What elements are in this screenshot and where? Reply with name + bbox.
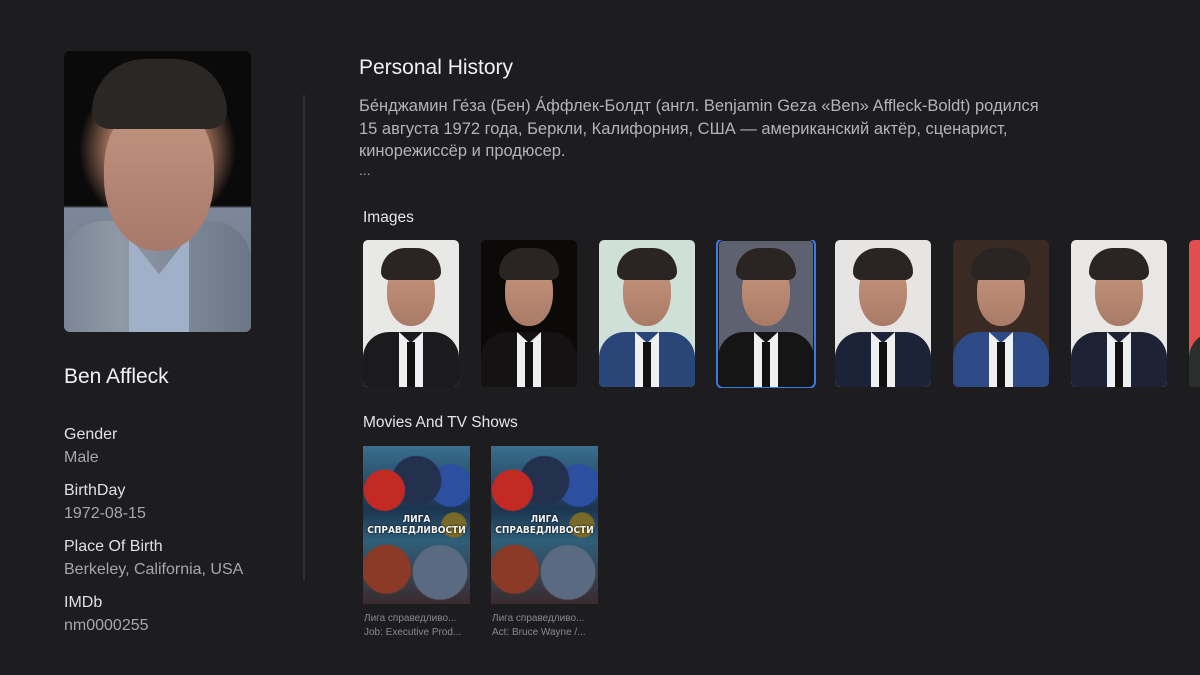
profile-photo: [64, 51, 251, 332]
read-more-ellipsis[interactable]: ...: [359, 162, 371, 178]
thumb-tie: [762, 342, 770, 387]
movies-row-title: Movies And TV Shows: [363, 414, 518, 431]
thumb-hair: [736, 248, 796, 280]
thumb-hair: [1089, 248, 1149, 280]
movie-role: Act: Bruce Wayne /...: [492, 627, 586, 638]
images-row-title: Images: [363, 209, 414, 226]
thumb-tie: [407, 342, 415, 387]
image-thumbnail[interactable]: [363, 240, 459, 387]
bio-line: 15 августа 1972 года, Беркли, Калифорния…: [359, 119, 1008, 138]
thumb-hair: [499, 248, 559, 280]
field-value: 1972-08-15: [64, 505, 146, 522]
poster-title-line: СПРАВЕДЛИВОСТИ: [367, 525, 466, 536]
image-thumbnail[interactable]: [599, 240, 695, 387]
image-thumbnail[interactable]: [1189, 240, 1200, 387]
thumb-hair: [971, 248, 1031, 280]
poster-title-line: СПРАВЕДЛИВОСТИ: [495, 525, 594, 536]
bio-line: кинорежиссёр и продюсер.: [359, 142, 566, 160]
image-thumbnail[interactable]: [481, 240, 577, 387]
movie-poster[interactable]: ЛИГА СПРАВЕДЛИВОСТИ: [363, 446, 470, 604]
image-thumbnail[interactable]: [835, 240, 931, 387]
field-label: BirthDay: [64, 482, 126, 499]
poster-title-line: ЛИГА: [530, 514, 559, 525]
field-imdb: IMDb nm0000255: [64, 594, 149, 639]
movie-title: Лига справедливо...: [492, 613, 585, 624]
image-thumbnail[interactable]: [716, 240, 816, 388]
thumb-hair: [617, 248, 677, 280]
field-value: nm0000255: [64, 617, 149, 634]
movie-title: Лига справедливо...: [364, 613, 457, 624]
image-thumbnail[interactable]: [953, 240, 1049, 387]
images-carousel[interactable]: [363, 240, 1200, 388]
thumb-tie: [643, 342, 651, 387]
thumb-hair: [853, 248, 913, 280]
thumb-suit: [1189, 332, 1200, 387]
thumb-tie: [879, 342, 887, 387]
column-divider: [303, 95, 305, 580]
movie-poster[interactable]: ЛИГА СПРАВЕДЛИВОСТИ: [491, 446, 598, 604]
field-label: Place Of Birth: [64, 538, 163, 555]
biography-text[interactable]: Бе́нджамин Ге́за (Бен) А́ффлек-Болдт (ан…: [359, 95, 1159, 163]
thumb-hair: [381, 248, 441, 280]
movie-role: Job: Executive Prod...: [364, 627, 462, 638]
bio-line: Бе́нджамин Ге́за (Бен) А́ффлек-Болдт (ан…: [359, 97, 1039, 115]
person-name: Ben Affleck: [64, 365, 169, 388]
poster-title-line: ЛИГА: [402, 514, 431, 525]
image-thumbnail[interactable]: [1071, 240, 1167, 387]
photo-hair: [92, 59, 227, 129]
field-label: IMDb: [64, 594, 103, 611]
thumb-tie: [997, 342, 1005, 387]
field-value: Berkeley, California, USA: [64, 561, 244, 578]
field-gender: Gender Male: [64, 426, 117, 471]
field-birthday: BirthDay 1972-08-15: [64, 482, 146, 527]
poster-title: ЛИГА СПРАВЕДЛИВОСТИ: [363, 514, 470, 536]
poster-title: ЛИГА СПРАВЕДЛИВОСТИ: [491, 514, 598, 536]
thumb-tie: [525, 342, 533, 387]
personal-history-title: Personal History: [359, 56, 514, 79]
thumb-tie: [1115, 342, 1123, 387]
field-value: Male: [64, 449, 99, 466]
field-label: Gender: [64, 426, 118, 443]
field-place-of-birth: Place Of Birth Berkeley, California, USA: [64, 538, 243, 583]
